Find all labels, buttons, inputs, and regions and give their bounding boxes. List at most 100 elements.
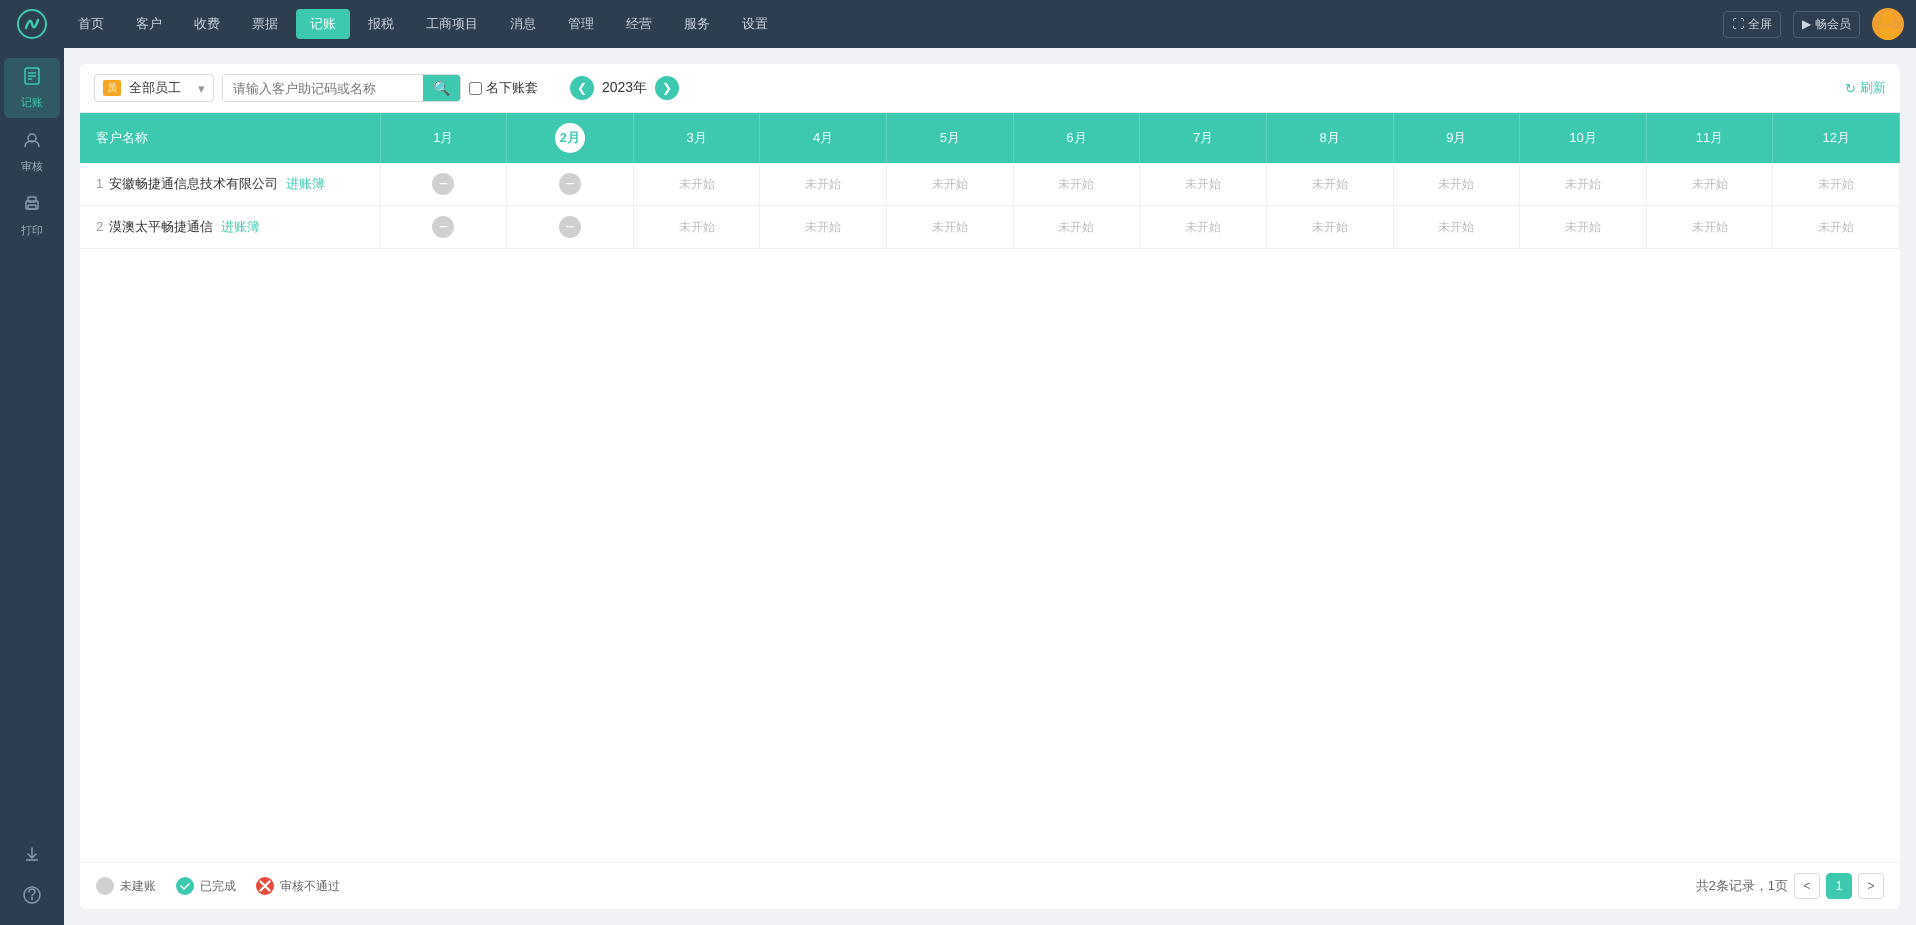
play-icon: ▶ bbox=[1802, 17, 1811, 31]
status-not-started-text: 未开始 bbox=[1818, 220, 1854, 234]
month-cell-m3: 未开始 bbox=[633, 163, 760, 206]
status-not-started-text: 未开始 bbox=[679, 177, 715, 191]
col-header-m11: 11月 bbox=[1646, 113, 1773, 163]
nav-item-customer[interactable]: 客户 bbox=[122, 9, 176, 39]
svg-rect-10 bbox=[28, 205, 36, 209]
fullscreen-label: 全屏 bbox=[1748, 16, 1772, 33]
employee-label: 全部员工 bbox=[129, 79, 181, 97]
month-cell-m4: 未开始 bbox=[760, 163, 887, 206]
year-label: 2023年 bbox=[602, 79, 647, 97]
status-not-started-text: 未开始 bbox=[805, 177, 841, 191]
search-input[interactable] bbox=[223, 76, 423, 101]
nav-item-operation[interactable]: 经营 bbox=[612, 9, 666, 39]
sidebar-item-bookkeeping[interactable]: 记账 bbox=[4, 58, 60, 118]
client-name-cell: 1安徽畅捷通信息技术有限公司进账簿 bbox=[80, 163, 380, 206]
month-cell-m11: 未开始 bbox=[1646, 163, 1773, 206]
legend-label-not-started: 未建账 bbox=[120, 878, 156, 895]
sidebar-item-print-label: 打印 bbox=[21, 223, 43, 238]
status-not-started-text: 未开始 bbox=[1818, 177, 1854, 191]
nav-item-home[interactable]: 首页 bbox=[64, 9, 118, 39]
nav-item-service[interactable]: 服务 bbox=[670, 9, 724, 39]
refresh-button[interactable]: ↻ 刷新 bbox=[1845, 79, 1886, 97]
status-not-started-text: 未开始 bbox=[1438, 177, 1474, 191]
my-accounts-checkbox[interactable] bbox=[469, 82, 482, 95]
month-cell-m4: 未开始 bbox=[760, 206, 887, 249]
month-cell-m6: 未开始 bbox=[1013, 163, 1140, 206]
status-not-started-text: 未开始 bbox=[1185, 220, 1221, 234]
col-header-m2: 2月 bbox=[507, 113, 634, 163]
fullscreen-icon: ⛶ bbox=[1732, 17, 1744, 31]
legend-label-completed: 已完成 bbox=[200, 878, 236, 895]
nav-item-billing[interactable]: 收费 bbox=[180, 9, 234, 39]
member-button[interactable]: ▶ 畅会员 bbox=[1793, 11, 1860, 38]
client-name: 漠澳太平畅捷通信 bbox=[109, 219, 213, 234]
nav-item-bookkeeping[interactable]: 记账 bbox=[296, 9, 350, 39]
my-accounts-checkbox-wrap[interactable]: 名下账套 bbox=[469, 79, 538, 97]
month-cell-m3: 未开始 bbox=[633, 206, 760, 249]
status-not-started-text: 未开始 bbox=[932, 177, 968, 191]
bookkeeping-table: 客户名称 1月 2月 3月 4月 5月 6月 7月 8月 9月 bbox=[80, 113, 1900, 249]
svg-point-1 bbox=[1882, 12, 1894, 24]
current-page-button[interactable]: 1 bbox=[1826, 873, 1852, 899]
status-not-started-text: 未开始 bbox=[1058, 220, 1094, 234]
status-not-started-text: 未开始 bbox=[1185, 177, 1221, 191]
status-minus-icon: − bbox=[432, 173, 454, 195]
col-header-m5: 5月 bbox=[887, 113, 1014, 163]
month-cell-m12: 未开始 bbox=[1773, 163, 1900, 206]
col-header-name: 客户名称 bbox=[80, 113, 380, 163]
user-avatar[interactable] bbox=[1872, 8, 1904, 40]
next-page-button[interactable]: > bbox=[1858, 873, 1884, 899]
month-cell-m5: 未开始 bbox=[887, 206, 1014, 249]
table-row: 2漠澳太平畅捷通信进账簿−−未开始未开始未开始未开始未开始未开始未开始未开始未开… bbox=[80, 206, 1900, 249]
bookkeeping-icon bbox=[22, 66, 42, 91]
client-name-cell: 2 漠澳太平畅捷通信进账簿 bbox=[80, 206, 380, 249]
nav-item-settings[interactable]: 设置 bbox=[728, 9, 782, 39]
toolbar: 员 全部员工 ▾ 🔍 名下账套 ❮ 2023年 ❯ bbox=[80, 64, 1900, 113]
month-cell-m5: 未开始 bbox=[887, 163, 1014, 206]
prev-year-button[interactable]: ❮ bbox=[570, 76, 594, 100]
legend-not-started: 未建账 bbox=[96, 877, 156, 895]
next-year-button[interactable]: ❯ bbox=[655, 76, 679, 100]
fullscreen-button[interactable]: ⛶ 全屏 bbox=[1723, 11, 1781, 38]
client-number: 2 bbox=[96, 219, 103, 234]
status-minus-icon: − bbox=[559, 173, 581, 195]
sidebar-item-help[interactable] bbox=[4, 877, 60, 913]
month-cell-m9: 未开始 bbox=[1393, 206, 1520, 249]
enter-ledger-button[interactable]: 进账簿 bbox=[286, 176, 325, 191]
nav-item-invoice[interactable]: 票据 bbox=[238, 9, 292, 39]
app-logo[interactable] bbox=[12, 4, 52, 44]
total-records-label: 共2条记录，1页 bbox=[1696, 877, 1788, 895]
legend-label-rejected: 审核不通过 bbox=[280, 878, 340, 895]
month-cell-m12: 未开始 bbox=[1773, 206, 1900, 249]
nav-item-message[interactable]: 消息 bbox=[496, 9, 550, 39]
employee-select[interactable]: 员 全部员工 ▾ bbox=[94, 74, 214, 102]
sidebar-bottom bbox=[4, 837, 60, 925]
prev-page-button[interactable]: < bbox=[1794, 873, 1820, 899]
status-not-started-text: 未开始 bbox=[932, 220, 968, 234]
col-header-m9: 9月 bbox=[1393, 113, 1520, 163]
month-cell-m2: − bbox=[507, 163, 634, 206]
month-cell-m2: − bbox=[507, 206, 634, 249]
nav-item-tax[interactable]: 报税 bbox=[354, 9, 408, 39]
status-not-started-text: 未开始 bbox=[1438, 220, 1474, 234]
nav-right: ⛶ 全屏 ▶ 畅会员 bbox=[1723, 8, 1904, 40]
status-minus-icon: − bbox=[432, 216, 454, 238]
year-navigation: ❮ 2023年 ❯ bbox=[570, 76, 679, 100]
sidebar-item-download[interactable] bbox=[4, 837, 60, 873]
nav-item-business[interactable]: 工商项目 bbox=[412, 9, 492, 39]
nav-item-management[interactable]: 管理 bbox=[554, 9, 608, 39]
month-cell-m10: 未开始 bbox=[1520, 206, 1647, 249]
enter-ledger-button[interactable]: 进账簿 bbox=[221, 219, 260, 234]
month-cell-m7: 未开始 bbox=[1140, 163, 1267, 206]
col-header-m8: 8月 bbox=[1266, 113, 1393, 163]
month-cell-m1: − bbox=[380, 206, 507, 249]
status-not-started-text: 未开始 bbox=[1058, 177, 1094, 191]
legend-rejected: 审核不通过 bbox=[256, 877, 340, 895]
sidebar-item-print[interactable]: 打印 bbox=[4, 186, 60, 246]
month-cell-m10: 未开始 bbox=[1520, 163, 1647, 206]
search-button[interactable]: 🔍 bbox=[423, 75, 460, 101]
sidebar-item-review[interactable]: 审核 bbox=[4, 122, 60, 182]
month-cell-m8: 未开始 bbox=[1266, 163, 1393, 206]
month-cell-m7: 未开始 bbox=[1140, 206, 1267, 249]
svg-rect-9 bbox=[28, 197, 36, 202]
